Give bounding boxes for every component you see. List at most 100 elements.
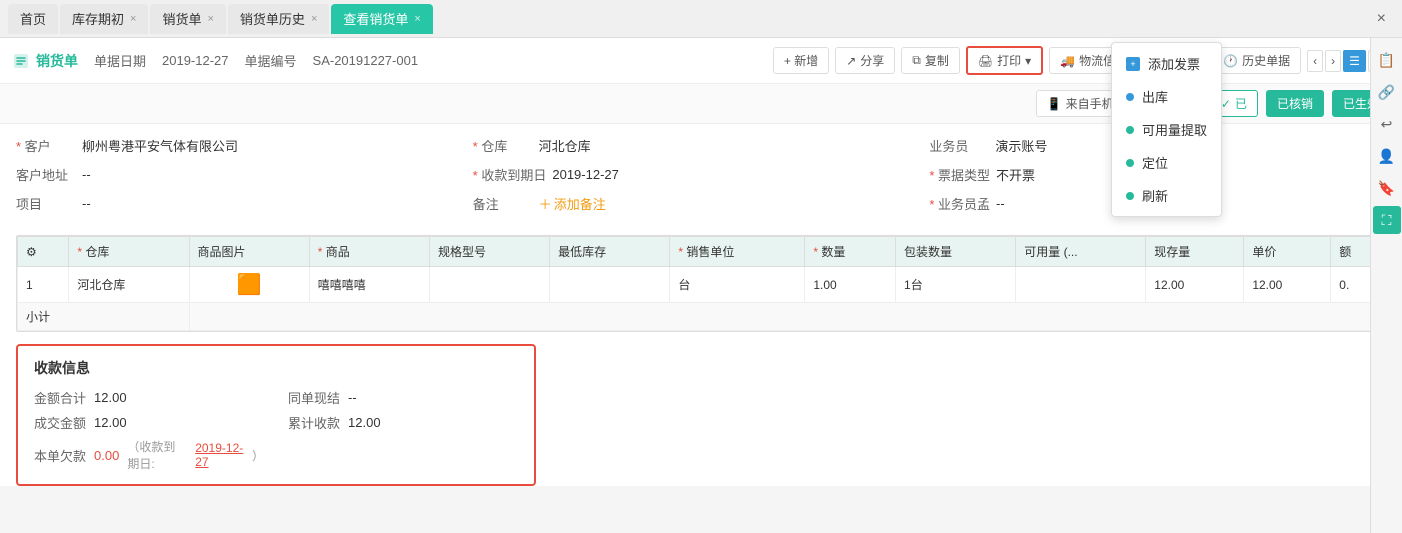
sidebar-expand-icon[interactable]: ⛶: [1373, 206, 1401, 234]
payment-owed: 本单欠款 0.00 （收款到期日: 2019-12-27 ）: [34, 438, 264, 472]
remark-field: 备注 ＋ 添加备注: [473, 194, 930, 213]
verified-btn[interactable]: 已核销: [1266, 90, 1324, 117]
date-label: 单据日期: [94, 51, 146, 70]
prev-btn[interactable]: ‹: [1307, 50, 1323, 72]
list-view-btn[interactable]: ☰: [1343, 50, 1366, 72]
td-spec: [429, 267, 549, 303]
check-icon: ✓: [1221, 97, 1231, 111]
td-quantity: 1.00: [805, 267, 896, 303]
payment-same-settle: 同单现结 --: [288, 388, 518, 407]
sidebar-link-icon[interactable]: 🔗: [1373, 78, 1401, 106]
tab-view-sales[interactable]: 查看销货单 ×: [331, 4, 432, 34]
customer-value: 柳州粤港平安气体有限公司: [82, 136, 238, 155]
tab-sales-history[interactable]: 销货单历史 ×: [228, 4, 329, 34]
remark-label: 备注: [473, 194, 533, 213]
td-image: 🟧: [189, 267, 309, 303]
th-warehouse: 仓库: [69, 237, 189, 267]
tab-sales-order-label: 销货单: [162, 9, 201, 28]
doc-title-text: 销货单: [36, 51, 78, 71]
tab-home-label: 首页: [20, 9, 46, 28]
project-label: 项目: [16, 194, 76, 213]
locate-dot: [1126, 159, 1134, 167]
sidebar-return-icon[interactable]: ↩: [1373, 110, 1401, 138]
dropdown-add-invoice[interactable]: + 添加发票: [1112, 47, 1221, 80]
th-min-stock: 最低库存: [550, 237, 670, 267]
share-button[interactable]: ↗ 分享: [835, 47, 895, 74]
history-button[interactable]: 🕐 历史单据: [1212, 47, 1301, 74]
th-spec: 规格型号: [429, 237, 549, 267]
table-header-row: ⚙ 仓库 商品图片 商品 规格型号 最低库存 销售单位 数量 包装数量 可用量 …: [18, 237, 1385, 267]
tab-sales-order-close[interactable]: ×: [207, 13, 213, 25]
dropdown-add-invoice-label: 添加发票: [1148, 54, 1200, 73]
staff-label: 业务员: [929, 136, 989, 155]
th-stock: 现存量: [1146, 237, 1244, 267]
date-value: 2019-12-27: [162, 53, 229, 68]
address-label: 客户地址: [16, 165, 76, 184]
td-available: [1016, 267, 1146, 303]
tab-sales-order[interactable]: 销货单 ×: [150, 4, 225, 34]
dropdown-available-extract[interactable]: 可用量提取: [1112, 113, 1221, 146]
tab-view-sales-label: 查看销货单: [343, 9, 408, 28]
sidebar-tag-icon[interactable]: 🔖: [1373, 174, 1401, 202]
dropdown-refresh[interactable]: 刷新: [1112, 179, 1221, 212]
tab-inventory-init[interactable]: 库存期初 ×: [60, 4, 148, 34]
payment-total-amount: 金额合计 12.00: [34, 388, 264, 407]
sales-table: ⚙ 仓库 商品图片 商品 规格型号 最低库存 销售单位 数量 包装数量 可用量 …: [17, 236, 1385, 331]
payment-section: 收款信息 金额合计 12.00 同单现结 -- 成交金额 12.00 累计收款 …: [16, 344, 536, 486]
owed-due-date: 2019-12-27: [195, 441, 244, 469]
warehouse-field: 仓库 河北仓库: [473, 136, 930, 155]
dropdown-refresh-label: 刷新: [1142, 186, 1168, 205]
history-icon: 🕐: [1223, 54, 1238, 68]
ticket-type-label: 票据类型: [929, 165, 990, 184]
document-area: 销货单 单据日期 2019-12-27 单据编号 SA-20191227-001…: [0, 38, 1402, 486]
copy-button[interactable]: ⧉ 复制: [901, 47, 960, 74]
dropdown-outbound[interactable]: 出库: [1112, 80, 1221, 113]
tab-inventory-close[interactable]: ×: [130, 13, 136, 25]
dropdown-locate[interactable]: 定位: [1112, 146, 1221, 179]
th-available: 可用量 (...: [1016, 237, 1146, 267]
truck-icon: 🚚: [1060, 54, 1075, 68]
no-label: 单据编号: [245, 51, 297, 70]
owed-label: 本单欠款: [34, 446, 86, 465]
plus-icon: ＋: [539, 194, 552, 213]
share-icon: ↗: [846, 54, 856, 68]
sidebar-doc-icon[interactable]: 📋: [1373, 46, 1401, 74]
tab-home[interactable]: 首页: [8, 4, 58, 34]
subtotal-label: 小计: [18, 303, 190, 331]
owed-value: 0.00: [94, 448, 119, 463]
td-pack-qty: 1台: [896, 267, 1016, 303]
same-settle-value: --: [348, 390, 357, 405]
next-btn[interactable]: ›: [1325, 50, 1341, 72]
owed-suffix: （收款到期日:: [127, 438, 187, 472]
phone-icon: 📱: [1047, 97, 1062, 111]
cumulative-label: 累计收款: [288, 413, 340, 432]
td-product: 嘻嘻嘻嘻: [309, 267, 429, 303]
sidebar-user-icon[interactable]: 👤: [1373, 142, 1401, 170]
address-value: --: [82, 167, 91, 182]
remark-add-link[interactable]: ＋ 添加备注: [539, 194, 606, 213]
total-amount-label: 金额合计: [34, 388, 86, 407]
subtotal-row: 小计: [18, 303, 1385, 331]
th-quantity: 数量: [805, 237, 896, 267]
tab-sales-history-label: 销货单历史: [240, 9, 305, 28]
copy-icon: ⧉: [912, 53, 921, 68]
tab-view-sales-close[interactable]: ×: [414, 13, 420, 25]
dropdown-locate-label: 定位: [1142, 153, 1168, 172]
deal-amount-value: 12.00: [94, 415, 127, 430]
outbound-dot: [1126, 93, 1134, 101]
operate-dropdown: + 添加发票 出库 可用量提取 定位 刷新: [1111, 42, 1222, 217]
tab-sales-history-close[interactable]: ×: [311, 13, 317, 25]
address-field: 客户地址 --: [16, 165, 473, 184]
print-button[interactable]: 🖨 打印 ▾: [966, 46, 1043, 75]
td-warehouse: 河北仓库: [69, 267, 189, 303]
table-row: 1 河北仓库 🟧 嘻嘻嘻嘻 台 1.00 1台 12.00 12.00 0.: [18, 267, 1385, 303]
th-product: 商品: [309, 237, 429, 267]
td-min-stock: [550, 267, 670, 303]
salesperson-value: --: [996, 196, 1005, 211]
new-button[interactable]: + 新增: [773, 47, 829, 74]
th-gear[interactable]: ⚙: [18, 237, 69, 267]
global-close-btn[interactable]: ×: [1369, 10, 1394, 28]
th-unit-price: 单价: [1244, 237, 1331, 267]
cumulative-value: 12.00: [348, 415, 381, 430]
sales-order-icon: [12, 52, 30, 70]
